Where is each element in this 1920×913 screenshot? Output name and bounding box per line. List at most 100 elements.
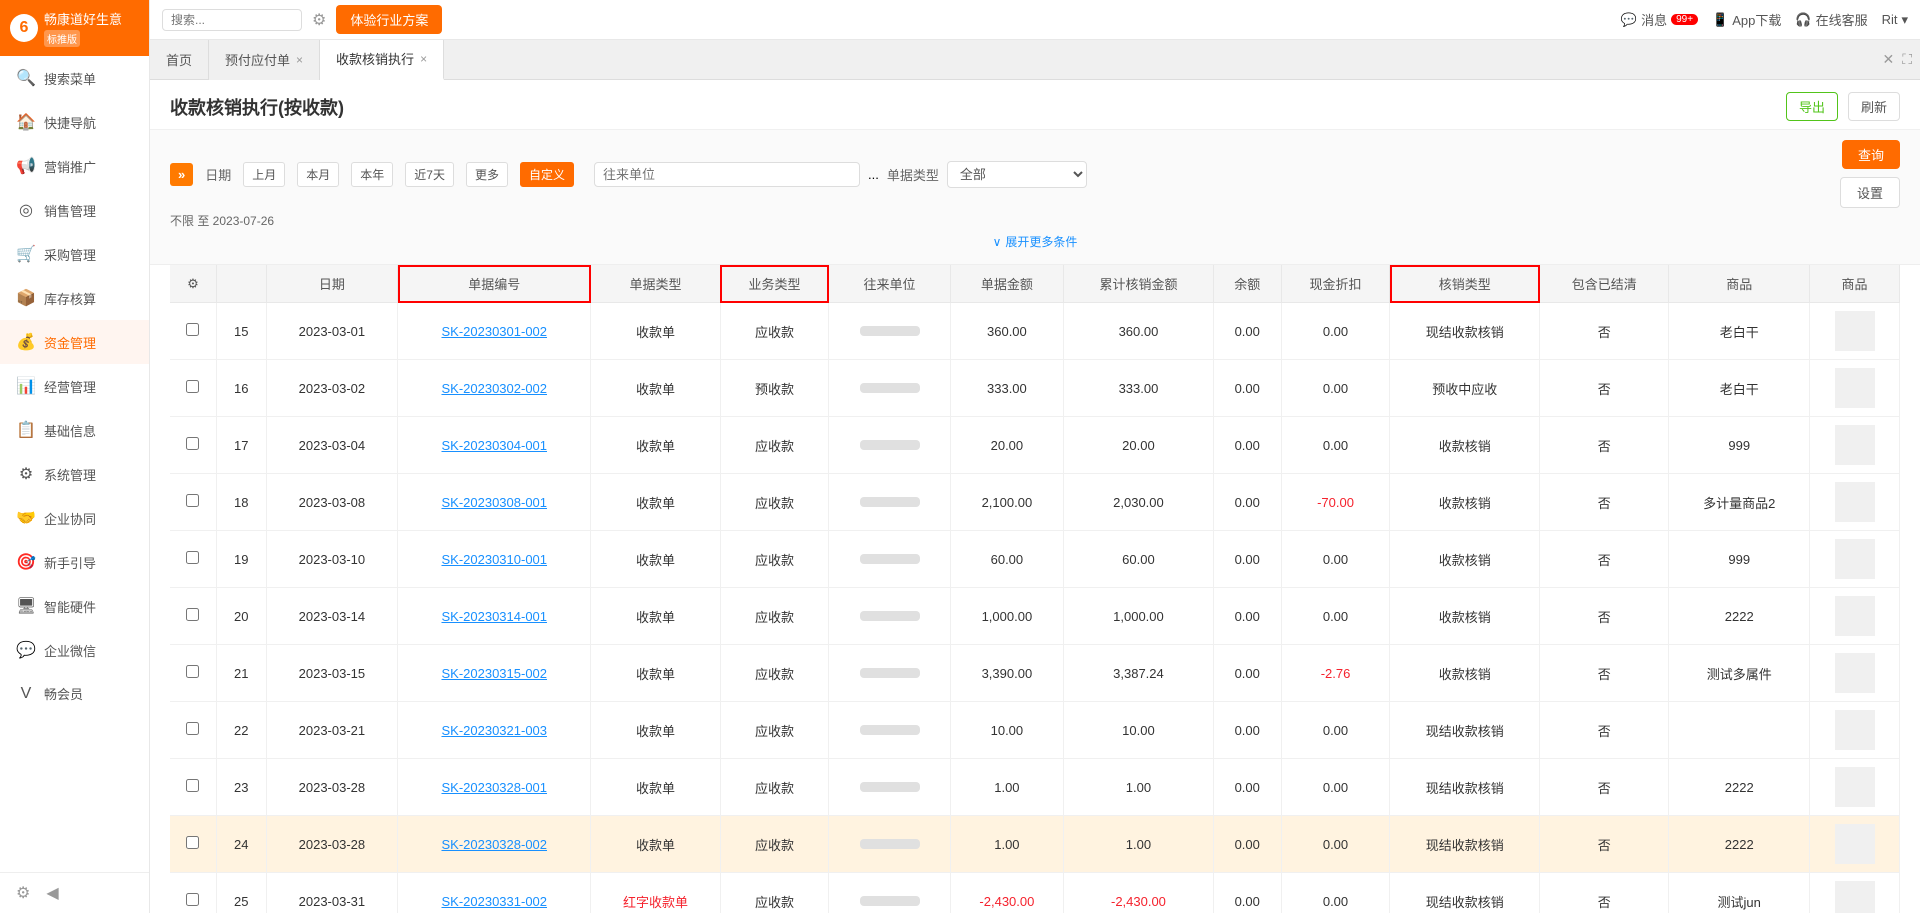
table-row[interactable]: 16 2023-03-02 SK-20230302-002 收款单 预收款 33… <box>170 360 1900 417</box>
th-cancel-type[interactable]: 核销类型 <box>1390 265 1540 303</box>
sidebar-item-search[interactable]: 🔍 搜索菜单 <box>0 56 149 100</box>
table-row[interactable]: 22 2023-03-21 SK-20230321-003 收款单 应收款 10… <box>170 702 1900 759</box>
user-item[interactable]: Rit ▾ <box>1882 12 1908 28</box>
cell-bill-no[interactable]: SK-20230310-001 <box>398 531 591 588</box>
last-month-btn[interactable]: 上月 <box>243 162 285 187</box>
chevron-down-icon: ▾ <box>1901 12 1908 28</box>
th-accum-amount[interactable]: 累计核销金额 <box>1064 265 1214 303</box>
cell-include-settled: 否 <box>1540 702 1669 759</box>
th-include-settled[interactable]: 包含已结清 <box>1540 265 1669 303</box>
cell-biz-type: 应收款 <box>720 588 829 645</box>
messages-item[interactable]: 💬 消息 99+ <box>1621 10 1698 29</box>
sidebar-item-purchase[interactable]: 🛒 采购管理 <box>0 232 149 276</box>
th-balance[interactable]: 余额 <box>1213 265 1281 303</box>
industry-btn[interactable]: 体验行业方案 <box>336 5 442 34</box>
cell-checkbox[interactable] <box>170 873 216 913</box>
table-row[interactable]: 23 2023-03-28 SK-20230328-001 收款单 应收款 1.… <box>170 759 1900 816</box>
cell-checkbox[interactable] <box>170 531 216 588</box>
th-product2[interactable]: 商品 <box>1810 265 1900 303</box>
cell-bill-no[interactable]: SK-20230314-001 <box>398 588 591 645</box>
this-month-btn[interactable]: 本月 <box>297 162 339 187</box>
th-partner[interactable]: 往来单位 <box>829 265 950 303</box>
cell-checkbox[interactable] <box>170 303 216 360</box>
cell-bill-no[interactable]: SK-20230304-001 <box>398 417 591 474</box>
th-bill-no[interactable]: 单据编号 <box>398 265 591 303</box>
th-amount[interactable]: 单据金额 <box>950 265 1063 303</box>
this-year-btn[interactable]: 本年 <box>351 162 393 187</box>
sidebar-item-system[interactable]: ⚙ 系统管理 <box>0 452 149 496</box>
bill-type-select[interactable]: 全部 收款单 付款单 <box>947 161 1087 188</box>
th-date[interactable]: 日期 <box>266 265 398 303</box>
settings-bottom-icon[interactable]: ⚙ <box>16 883 30 903</box>
cell-checkbox[interactable] <box>170 588 216 645</box>
cell-cancel-type: 收款核销 <box>1390 645 1540 702</box>
table-row[interactable]: 21 2023-03-15 SK-20230315-002 收款单 应收款 3,… <box>170 645 1900 702</box>
online-service-item[interactable]: 🎧 在线客服 <box>1795 10 1867 29</box>
cell-checkbox[interactable] <box>170 702 216 759</box>
sidebar-item-hardware[interactable]: 🖥 智能硬件 <box>0 584 149 628</box>
th-biz-type[interactable]: 业务类型 <box>720 265 829 303</box>
sidebar-item-guide[interactable]: 🎯 新手引导 <box>0 540 149 584</box>
sidebar-item-sales[interactable]: ◎ 销售管理 <box>0 188 149 232</box>
sidebar-item-finance[interactable]: 💰 资金管理 <box>0 320 149 364</box>
cell-product: 2222 <box>1669 759 1810 816</box>
collapse-icon[interactable]: ◀ <box>46 883 58 903</box>
cell-bill-no[interactable]: SK-20230302-002 <box>398 360 591 417</box>
settings-button[interactable]: 设置 <box>1840 177 1900 208</box>
export-button[interactable]: 导出 <box>1786 92 1838 121</box>
th-product[interactable]: 商品 <box>1669 265 1810 303</box>
more-btn[interactable]: 更多 <box>466 162 508 187</box>
sidebar-item-operations[interactable]: 📊 经营管理 <box>0 364 149 408</box>
tab-home[interactable]: 首页 <box>150 40 209 80</box>
sidebar-item-marketing[interactable]: 📢 营销推广 <box>0 144 149 188</box>
expand-more-btn[interactable]: ∨ 展开更多条件 <box>170 229 1900 254</box>
cell-bill-no[interactable]: SK-20230328-001 <box>398 759 591 816</box>
tab-close-all-icon[interactable]: ✕ <box>1882 51 1894 68</box>
search-input[interactable] <box>162 9 302 31</box>
cell-checkbox[interactable] <box>170 360 216 417</box>
tab-receipt-exec[interactable]: 收款核销执行 × <box>320 40 444 80</box>
refresh-button[interactable]: 刷新 <box>1848 92 1900 121</box>
tab-prepay[interactable]: 预付应付单 × <box>209 40 320 80</box>
cell-bill-no[interactable]: SK-20230315-002 <box>398 645 591 702</box>
tab-prepay-close[interactable]: × <box>296 53 303 67</box>
sidebar-item-nav[interactable]: 🏠 快捷导航 <box>0 100 149 144</box>
cell-bill-no[interactable]: SK-20230301-002 <box>398 303 591 360</box>
app-download-item[interactable]: 📱 App下载 <box>1712 10 1781 29</box>
table-row[interactable]: 24 2023-03-28 SK-20230328-002 收款单 应收款 1.… <box>170 816 1900 873</box>
th-discount[interactable]: 现金折扣 <box>1281 265 1390 303</box>
partner-unit-input[interactable] <box>594 162 860 187</box>
table-row[interactable]: 25 2023-03-31 SK-20230331-002 红字收款单 应收款 … <box>170 873 1900 913</box>
table-row[interactable]: 17 2023-03-04 SK-20230304-001 收款单 应收款 20… <box>170 417 1900 474</box>
table-row[interactable]: 19 2023-03-10 SK-20230310-001 收款单 应收款 60… <box>170 531 1900 588</box>
th-bill-type[interactable]: 单据类型 <box>591 265 720 303</box>
cell-checkbox[interactable] <box>170 645 216 702</box>
settings-icon[interactable]: ⚙ <box>312 10 326 30</box>
cell-checkbox[interactable] <box>170 474 216 531</box>
last7days-btn[interactable]: 近7天 <box>405 162 454 187</box>
tab-receipt-close[interactable]: × <box>420 52 427 66</box>
cell-bill-no[interactable]: SK-20230321-003 <box>398 702 591 759</box>
th-gear[interactable]: ⚙ <box>170 265 216 303</box>
sidebar-item-member[interactable]: V 畅会员 <box>0 672 149 715</box>
cell-bill-no[interactable]: SK-20230328-002 <box>398 816 591 873</box>
sidebar-item-inventory[interactable]: 📦 库存核算 <box>0 276 149 320</box>
table-row[interactable]: 20 2023-03-14 SK-20230314-001 收款单 应收款 1,… <box>170 588 1900 645</box>
table-wrap[interactable]: ⚙ 日期 单据编号 单据类型 业务类型 往来单位 单据金额 累计核销金额 余额 … <box>150 265 1920 913</box>
custom-btn[interactable]: 自定义 <box>520 162 574 187</box>
cell-checkbox[interactable] <box>170 417 216 474</box>
sidebar-item-enterprise[interactable]: 🤝 企业协同 <box>0 496 149 540</box>
sidebar-item-label: 资金管理 <box>44 333 96 352</box>
table-row[interactable]: 18 2023-03-08 SK-20230308-001 收款单 应收款 2,… <box>170 474 1900 531</box>
filter-collapse-btn[interactable]: » <box>170 163 193 186</box>
sidebar-item-basic[interactable]: 📋 基础信息 <box>0 408 149 452</box>
cell-bill-no[interactable]: SK-20230308-001 <box>398 474 591 531</box>
cell-checkbox[interactable] <box>170 816 216 873</box>
cell-balance: 0.00 <box>1213 588 1281 645</box>
table-row[interactable]: 15 2023-03-01 SK-20230301-002 收款单 应收款 36… <box>170 303 1900 360</box>
sidebar-item-wechat[interactable]: 💬 企业微信 <box>0 628 149 672</box>
cell-bill-no[interactable]: SK-20230331-002 <box>398 873 591 913</box>
tab-fullscreen-icon[interactable]: ⛶ <box>1902 51 1912 68</box>
cell-checkbox[interactable] <box>170 759 216 816</box>
query-button[interactable]: 查询 <box>1842 140 1900 169</box>
